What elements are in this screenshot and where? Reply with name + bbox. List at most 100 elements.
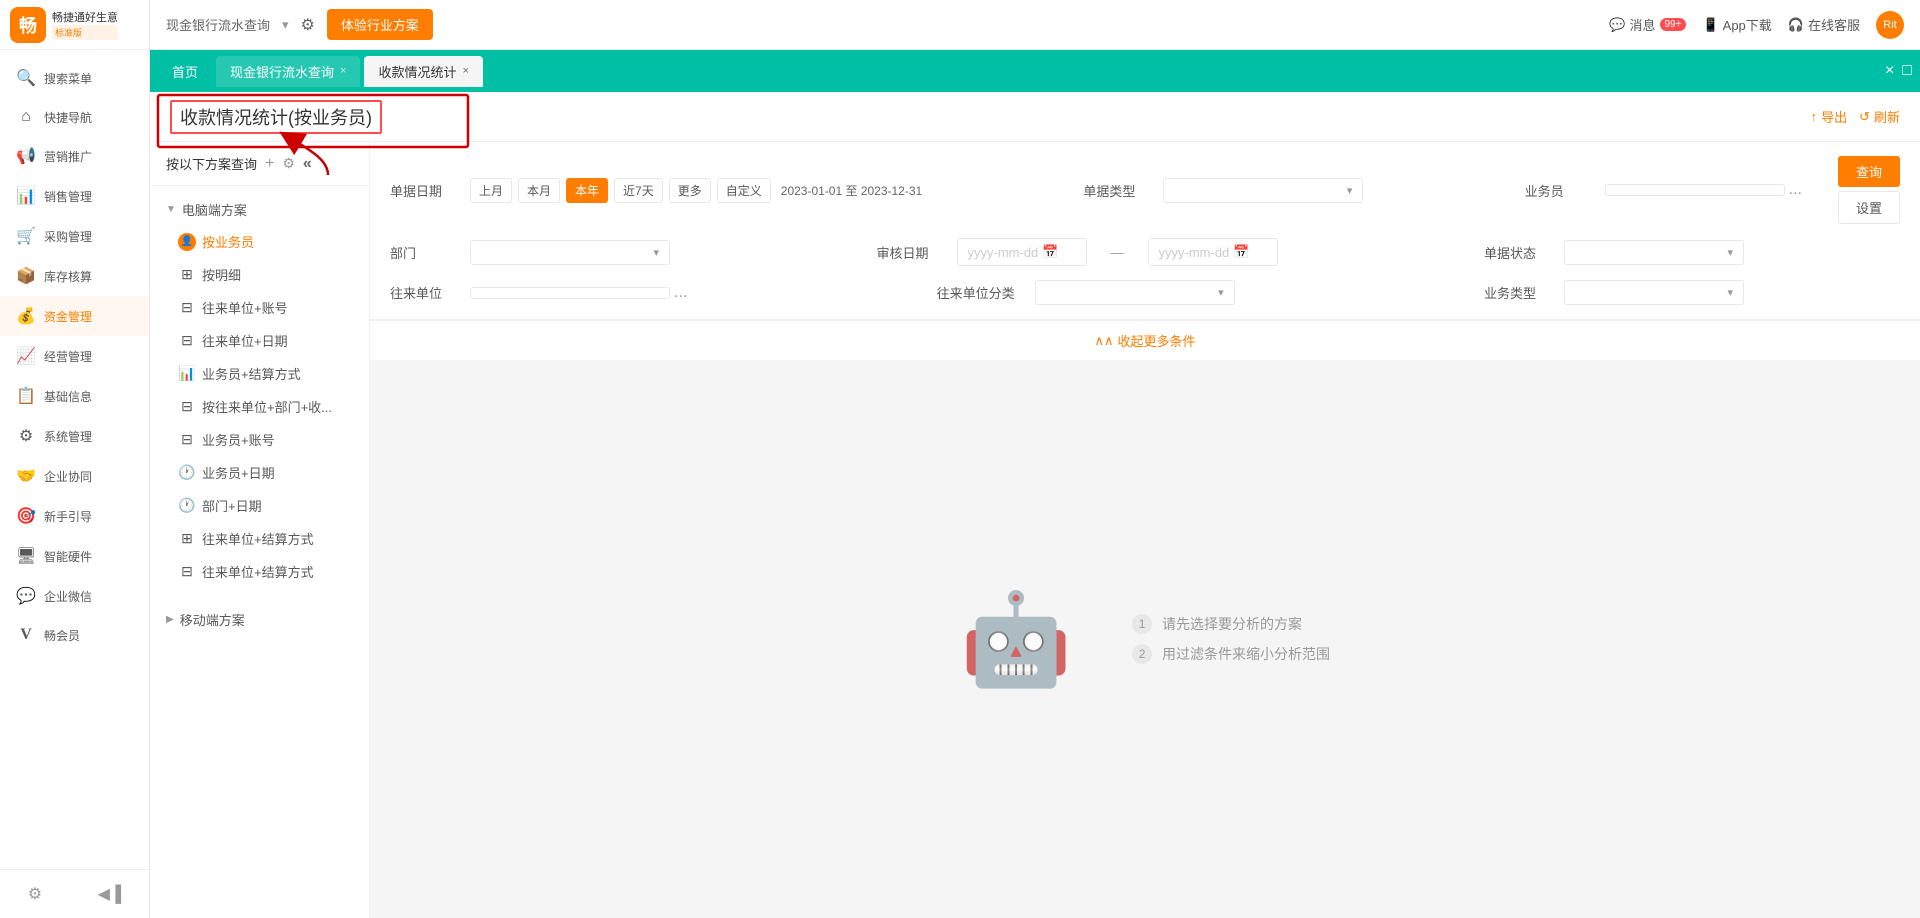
sidebar-item-capital[interactable]: 💰 资金管理 (0, 296, 149, 336)
tab-cash-flow-close[interactable]: × (340, 65, 346, 77)
sidebar-item-guide[interactable]: 🎯 新手引导 (0, 496, 149, 536)
sales-icon: 📊 (16, 186, 36, 206)
maximize-btn[interactable]: □ (1902, 62, 1912, 80)
service-action[interactable]: 🎧 在线客服 (1788, 15, 1860, 34)
scheme-settings-btn[interactable]: ⚙ (282, 155, 295, 172)
tree-item-partner-account[interactable]: ⊟ 往来单位+账号 (150, 291, 369, 324)
audit-date-end[interactable]: yyyy-mm-dd 📅 (1148, 238, 1278, 266)
voucher-status-label: 单据状态 (1484, 243, 1544, 262)
date-btn-this-month[interactable]: 本月 (518, 178, 560, 203)
step-1-num: 1 (1132, 614, 1152, 634)
tab-cash-flow[interactable]: 现金银行流水查询 × (216, 56, 360, 87)
topbar-dropdown-icon[interactable]: ▾ (282, 17, 289, 33)
partner-category-select[interactable]: ▾ (1035, 280, 1235, 305)
date-btn-last-month[interactable]: 上月 (470, 178, 512, 203)
tree-item-label: 按往来单位+部门+收... (202, 397, 332, 416)
voucher-type-select[interactable]: ▾ (1163, 178, 1363, 203)
panel-header-title: 按以下方案查询 (166, 154, 257, 173)
user-name: Rit (1883, 19, 1896, 31)
app-download-action[interactable]: 📱 App下载 (1702, 15, 1771, 34)
export-button[interactable]: ↑ 导出 (1811, 107, 1848, 126)
voucher-status-select[interactable]: ▾ (1564, 240, 1744, 265)
tab-home[interactable]: 首页 (158, 56, 212, 87)
tree-item-salesperson-settlement[interactable]: 📊 业务员+结算方式 (150, 357, 369, 390)
tab-collection-stats-close[interactable]: × (462, 65, 468, 77)
query-button[interactable]: 查询 (1838, 156, 1900, 187)
tree-item-partner-dept[interactable]: ⊟ 按往来单位+部门+收... (150, 390, 369, 423)
sidebar-item-inventory[interactable]: 📦 库存核算 (0, 256, 149, 296)
date-btn-this-year[interactable]: 本年 (566, 178, 608, 203)
detail-icon: ⊞ (178, 266, 196, 283)
sidebar-item-enterprise[interactable]: 🤝 企业协同 (0, 456, 149, 496)
message-badge: 99+ (1660, 18, 1687, 31)
app-container: 畅 畅捷通好生意 标准版 🔍 搜索菜单 ⌂ 快捷导航 📢 营销推广 📊 (0, 0, 1920, 918)
collapse-more-btn[interactable]: ∧∧ 收起更多条件 (370, 320, 1920, 360)
top-bar: 现金银行流水查询 ▾ ⚙ 体验行业方案 💬 消息 99+ 📱 App下载 🎧 在… (150, 0, 1920, 50)
partner-input-group: ... (470, 284, 687, 302)
salesperson-more-btn[interactable]: ... (1789, 181, 1802, 199)
date-btn-more[interactable]: 更多 (669, 178, 711, 203)
audit-date-start[interactable]: yyyy-mm-dd 📅 (957, 238, 1087, 266)
sidebar-item-sales[interactable]: 📊 销售管理 (0, 176, 149, 216)
tab-home-label: 首页 (172, 62, 198, 81)
tree-item-salesperson-date[interactable]: 🕐 业务员+日期 (150, 456, 369, 489)
dept-label: 部门 (390, 243, 450, 262)
dept-date-icon: 🕐 (178, 497, 196, 514)
tree-item-by-detail[interactable]: ⊞ 按明细 (150, 258, 369, 291)
sidebar-item-marketing[interactable]: 📢 营销推广 (0, 136, 149, 176)
tree-item-salesperson-account[interactable]: ⊟ 业务员+账号 (150, 423, 369, 456)
sidebar-item-purchase[interactable]: 🛒 采购管理 (0, 216, 149, 256)
tree-item-by-salesperson[interactable]: 👤 按业务员 (150, 225, 369, 258)
message-action[interactable]: 💬 消息 99+ (1609, 15, 1686, 34)
operation-icon: 📈 (16, 346, 36, 366)
sidebar-item-basic-info[interactable]: 📋 基础信息 (0, 376, 149, 416)
sidebar-logo: 畅 畅捷通好生意 标准版 (0, 0, 149, 50)
panel-collapse-btn[interactable]: « (303, 155, 312, 173)
partner-select[interactable] (470, 287, 670, 299)
tree-item-partner-settlement1[interactable]: ⊞ 往来单位+结算方式 (150, 522, 369, 555)
sidebar-item-operation[interactable]: 📈 经营管理 (0, 336, 149, 376)
sidebar-collapse-btn[interactable]: ◀▐ (90, 880, 130, 908)
sidebar-item-quick-nav[interactable]: ⌂ 快捷导航 (0, 98, 149, 136)
date-separator: — (1111, 245, 1124, 260)
sidebar-item-search[interactable]: 🔍 搜索菜单 (0, 58, 149, 98)
tree-item-partner-settlement2[interactable]: ⊟ 往来单位+结算方式 (150, 555, 369, 588)
message-label: 消息 (1629, 15, 1655, 34)
sidebar-item-wechat[interactable]: 💬 企业微信 (0, 576, 149, 616)
sidebar-item-hardware[interactable]: 🖥 智能硬件 (0, 536, 149, 576)
guide-icon: 🎯 (16, 506, 36, 526)
user-avatar[interactable]: Rit (1876, 11, 1904, 39)
desktop-group: ▼ 电脑端方案 👤 按业务员 ⊞ 按明细 ⊟ 往来单位+账号 (150, 186, 369, 596)
sidebar-settings-btn[interactable]: ⚙ (20, 880, 50, 908)
salesperson-settlement-icon: 📊 (178, 365, 196, 382)
desktop-group-header[interactable]: ▼ 电脑端方案 (150, 194, 369, 225)
sidebar-item-label: 采购管理 (44, 228, 92, 245)
date-btn-custom[interactable]: 自定义 (717, 178, 771, 203)
sidebar-item-system[interactable]: ⚙ 系统管理 (0, 416, 149, 456)
salesperson-select[interactable] (1605, 184, 1785, 196)
page-header: 收款情况统计(按业务员) ↑ 导出 ↺ 刷新 (150, 92, 1920, 142)
audit-date-start-text: yyyy-mm-dd (968, 245, 1039, 260)
trial-button[interactable]: 体验行业方案 (327, 9, 433, 40)
tree-item-dept-date[interactable]: 🕐 部门+日期 (150, 489, 369, 522)
purchase-icon: 🛒 (16, 226, 36, 246)
tab-collection-stats[interactable]: 收款情况统计 × (364, 56, 482, 87)
business-type-select[interactable]: ▾ (1564, 280, 1744, 305)
close-window-btn[interactable]: × (1885, 62, 1894, 80)
business-type-arrow: ▾ (1727, 286, 1733, 299)
content-area: 按以下方案查询 + ⚙ « ▼ 电脑端方案 👤 按业务员 (150, 142, 1920, 918)
inventory-icon: 📦 (16, 266, 36, 286)
add-scheme-btn[interactable]: + (265, 155, 274, 173)
mobile-group-header[interactable]: ▶ 移动端方案 (150, 604, 369, 635)
tree-item-partner-date[interactable]: ⊟ 往来单位+日期 (150, 324, 369, 357)
dept-select[interactable]: ▾ (470, 240, 670, 265)
refresh-button[interactable]: ↺ 刷新 (1859, 107, 1900, 126)
date-btn-last-7days[interactable]: 近7天 (614, 178, 663, 203)
partner-more-btn[interactable]: ... (674, 284, 687, 302)
refresh-icon: ↺ (1859, 109, 1870, 125)
date-range-display: 2023-01-01 至 2023-12-31 (781, 182, 922, 199)
settings-button[interactable]: 设置 (1838, 191, 1900, 224)
topbar-settings-icon[interactable]: ⚙ (301, 15, 315, 35)
sidebar-item-member[interactable]: V 畅会员 (0, 616, 149, 654)
main-area: 现金银行流水查询 ▾ ⚙ 体验行业方案 💬 消息 99+ 📱 App下载 🎧 在… (150, 0, 1920, 918)
